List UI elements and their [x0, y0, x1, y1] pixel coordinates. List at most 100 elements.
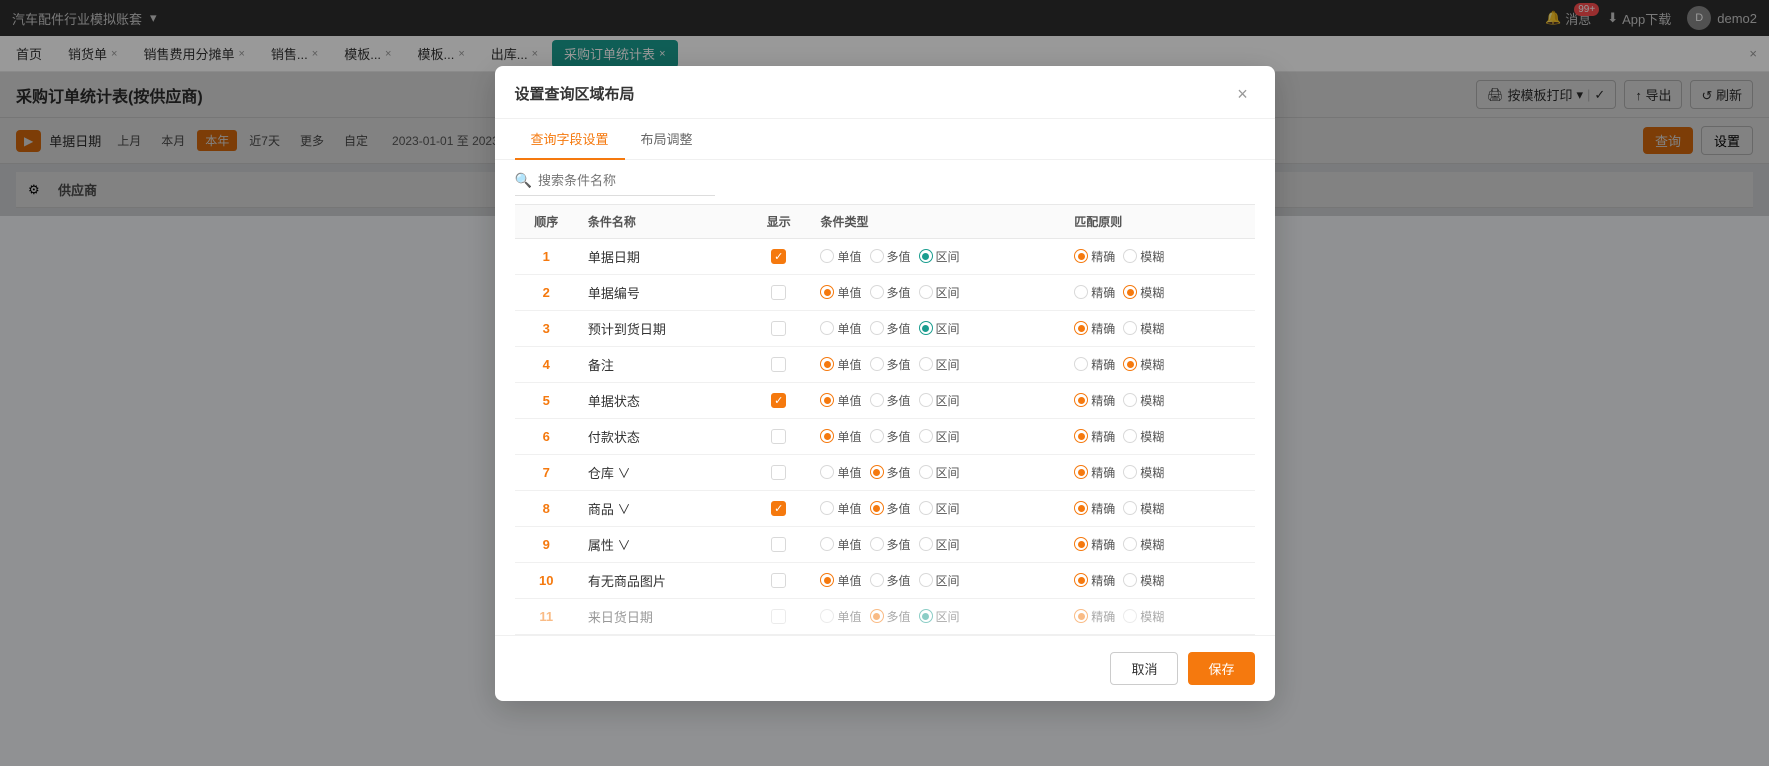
radio-多值[interactable]: 多值 — [870, 320, 911, 337]
radio-match-精确[interactable]: 精确 — [1074, 464, 1115, 481]
radio-match-模糊[interactable]: 模糊 — [1123, 284, 1164, 301]
radio-match-模糊[interactable]: 模糊 — [1123, 392, 1164, 409]
checkbox[interactable]: ✓ — [757, 393, 800, 408]
row-display-cb[interactable] — [747, 274, 810, 310]
checkbox[interactable] — [757, 573, 800, 588]
radio-match-精确[interactable]: 精确 — [1074, 392, 1115, 409]
radio-match-精确[interactable]: 精确 — [1074, 572, 1115, 589]
radio-match-精确[interactable]: 精确 — [1074, 356, 1115, 373]
row-match-rule: 精确模糊 — [1064, 238, 1254, 274]
modal-tab-field-settings[interactable]: 查询字段设置 — [515, 119, 625, 160]
radio-match-精确[interactable]: 精确 — [1074, 284, 1115, 301]
radio-多值[interactable]: 多值 — [870, 392, 911, 409]
radio-match-模糊[interactable]: 模糊 — [1123, 356, 1164, 373]
radio-单值[interactable]: 单值 — [820, 428, 861, 445]
radio-多值[interactable]: 多值 — [870, 356, 911, 373]
row-display-cb[interactable] — [747, 598, 810, 634]
radio-单值[interactable]: 单值 — [820, 608, 861, 625]
checkbox[interactable]: ✓ — [757, 249, 800, 264]
radio-区间[interactable]: 区间 — [919, 248, 960, 265]
checkbox[interactable] — [757, 609, 800, 624]
save-btn[interactable]: 保存 — [1188, 652, 1254, 685]
radio-match-模糊[interactable]: 模糊 — [1123, 464, 1164, 481]
radio-单值[interactable]: 单值 — [820, 536, 861, 553]
checkbox[interactable]: ✓ — [757, 501, 800, 516]
radio-match-精确[interactable]: 精确 — [1074, 536, 1115, 553]
radio-区间[interactable]: 区间 — [919, 392, 960, 409]
radio-match-模糊[interactable]: 模糊 — [1123, 320, 1164, 337]
row-match-rule: 精确模糊 — [1064, 418, 1254, 454]
row-name: 单据日期 — [578, 238, 747, 274]
radio-单值[interactable]: 单值 — [820, 356, 861, 373]
row-cond-type: 单值多值区间 — [810, 526, 1064, 562]
radio-单值[interactable]: 单值 — [820, 500, 861, 517]
radio-match-精确[interactable]: 精确 — [1074, 500, 1115, 517]
row-name: 单据编号 — [578, 274, 747, 310]
modal-footer: 取消 保存 — [495, 635, 1275, 701]
radio-多值[interactable]: 多值 — [870, 608, 911, 625]
radio-区间[interactable]: 区间 — [919, 428, 960, 445]
checkbox[interactable] — [757, 537, 800, 552]
radio-区间[interactable]: 区间 — [919, 500, 960, 517]
row-display-cb[interactable] — [747, 454, 810, 490]
table-row: 8商品 ∨✓单值多值区间精确模糊 — [515, 490, 1255, 526]
modal-close-btn[interactable]: × — [1231, 82, 1255, 106]
row-display-cb[interactable] — [747, 526, 810, 562]
row-display-cb[interactable]: ✓ — [747, 238, 810, 274]
radio-match-模糊[interactable]: 模糊 — [1123, 572, 1164, 589]
radio-多值[interactable]: 多值 — [870, 572, 911, 589]
checkbox[interactable] — [757, 429, 800, 444]
modal-tabs: 查询字段设置 布局调整 — [495, 119, 1275, 160]
row-order: 4 — [515, 346, 578, 382]
radio-区间[interactable]: 区间 — [919, 356, 960, 373]
cancel-btn[interactable]: 取消 — [1110, 652, 1178, 685]
radio-match-精确[interactable]: 精确 — [1074, 428, 1115, 445]
radio-match-精确[interactable]: 精确 — [1074, 248, 1115, 265]
modal-dialog: 设置查询区域布局 × 查询字段设置 布局调整 🔍 顺序 — [495, 66, 1275, 701]
radio-区间[interactable]: 区间 — [919, 284, 960, 301]
radio-多值[interactable]: 多值 — [870, 536, 911, 553]
checkbox[interactable] — [757, 357, 800, 372]
radio-多值[interactable]: 多值 — [870, 248, 911, 265]
radio-单值[interactable]: 单值 — [820, 572, 861, 589]
modal-tab-layout-adjust[interactable]: 布局调整 — [625, 119, 709, 160]
row-display-cb[interactable] — [747, 418, 810, 454]
search-input[interactable] — [538, 173, 715, 188]
radio-match-模糊[interactable]: 模糊 — [1123, 608, 1164, 625]
radio-单值[interactable]: 单值 — [820, 464, 861, 481]
checkbox[interactable] — [757, 465, 800, 480]
radio-区间[interactable]: 区间 — [919, 320, 960, 337]
radio-match-模糊[interactable]: 模糊 — [1123, 536, 1164, 553]
th-display: 显示 — [747, 204, 810, 238]
row-cond-type: 单值多值区间 — [810, 238, 1064, 274]
radio-单值[interactable]: 单值 — [820, 320, 861, 337]
row-display-cb[interactable]: ✓ — [747, 490, 810, 526]
checkbox[interactable] — [757, 321, 800, 336]
radio-单值[interactable]: 单值 — [820, 284, 861, 301]
radio-多值[interactable]: 多值 — [870, 428, 911, 445]
radio-区间[interactable]: 区间 — [919, 572, 960, 589]
row-display-cb[interactable]: ✓ — [747, 382, 810, 418]
row-display-cb[interactable] — [747, 562, 810, 598]
radio-多值[interactable]: 多值 — [870, 284, 911, 301]
radio-单值[interactable]: 单值 — [820, 392, 861, 409]
radio-区间[interactable]: 区间 — [919, 608, 960, 625]
radio-match-精确[interactable]: 精确 — [1074, 320, 1115, 337]
radio-match-精确[interactable]: 精确 — [1074, 608, 1115, 625]
table-row: 2单据编号单值多值区间精确模糊 — [515, 274, 1255, 310]
checkbox[interactable] — [757, 285, 800, 300]
row-cond-type: 单值多值区间 — [810, 418, 1064, 454]
radio-match-模糊[interactable]: 模糊 — [1123, 428, 1164, 445]
radio-多值[interactable]: 多值 — [870, 500, 911, 517]
radio-区间[interactable]: 区间 — [919, 464, 960, 481]
row-match-rule: 精确模糊 — [1064, 310, 1254, 346]
radio-单值[interactable]: 单值 — [820, 248, 861, 265]
radio-区间[interactable]: 区间 — [919, 536, 960, 553]
row-display-cb[interactable] — [747, 346, 810, 382]
row-cond-type: 单值多值区间 — [810, 598, 1064, 634]
radio-match-模糊[interactable]: 模糊 — [1123, 500, 1164, 517]
table-row: 9属性 ∨单值多值区间精确模糊 — [515, 526, 1255, 562]
row-display-cb[interactable] — [747, 310, 810, 346]
radio-多值[interactable]: 多值 — [870, 464, 911, 481]
radio-match-模糊[interactable]: 模糊 — [1123, 248, 1164, 265]
